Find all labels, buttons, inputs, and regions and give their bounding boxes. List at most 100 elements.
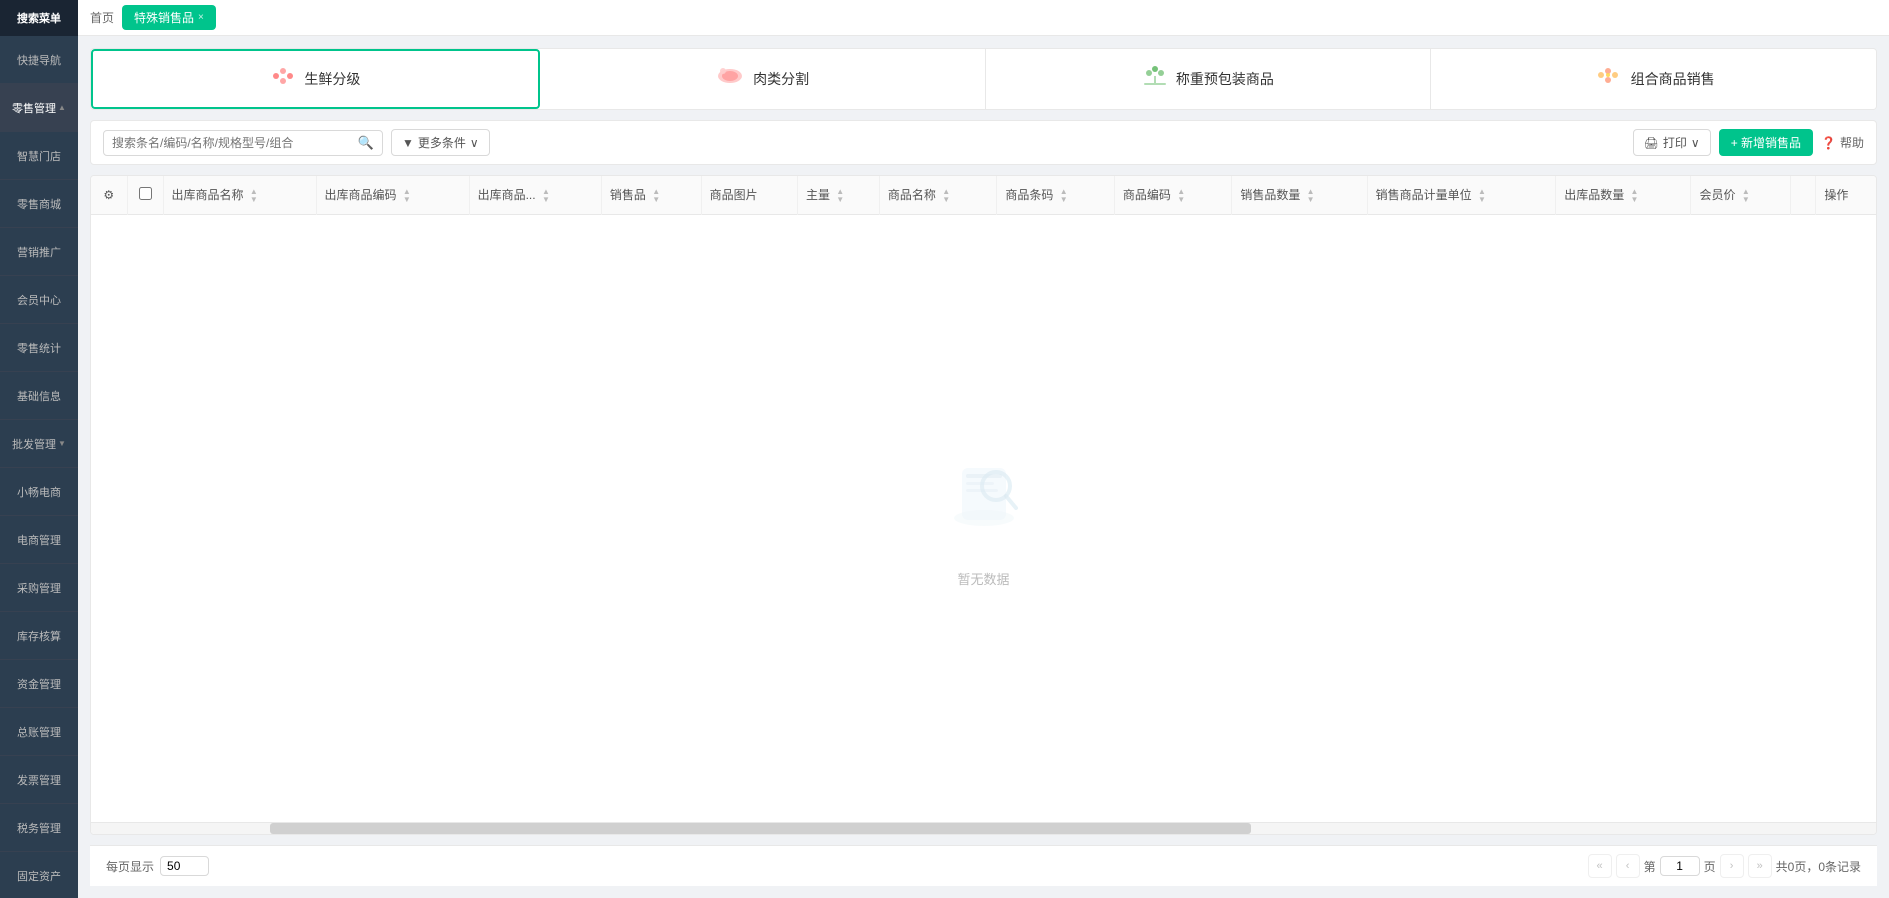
help-label: 帮助 <box>1840 134 1864 151</box>
col-out-product-more[interactable]: 出库商品... ▲▼ <box>469 176 601 214</box>
pagination-right: « ‹ 第 页 › » 共0页，0条记录 <box>1588 854 1861 878</box>
per-page-label: 每页显示 <box>106 858 154 875</box>
next-page-button[interactable]: › <box>1720 854 1744 878</box>
first-page-button[interactable]: « <box>1588 854 1612 878</box>
sidebar-item-label: 固定资产 <box>17 868 61 884</box>
home-link[interactable]: 首页 <box>90 9 114 26</box>
sidebar-item-fixed-assets[interactable]: 固定资产 <box>0 852 78 898</box>
search-input[interactable] <box>112 136 354 150</box>
col-member-price[interactable]: 会员价 ▲▼ <box>1691 176 1791 214</box>
col-product-name[interactable]: 商品名称 ▲▼ <box>879 176 996 214</box>
topbar: 首页 特殊销售品 × <box>78 0 1889 36</box>
new-product-label: + 新增销售品 <box>1731 134 1801 151</box>
select-all-checkbox[interactable] <box>139 187 152 200</box>
search-icon[interactable]: 🔍 <box>358 135 374 151</box>
sidebar-item-fund-mgmt[interactable]: 资金管理 <box>0 660 78 708</box>
combo-icon <box>1593 65 1623 93</box>
current-tab[interactable]: 特殊销售品 × <box>122 5 216 30</box>
page-number-input[interactable] <box>1660 856 1700 876</box>
page-total: 共0页，0条记录 <box>1776 858 1861 875</box>
sidebar-item-label: 库存核算 <box>17 628 61 644</box>
col-blank <box>1791 176 1816 214</box>
print-arrow-icon: ∨ <box>1691 136 1700 150</box>
sidebar-item-label: 零售商城 <box>17 196 61 212</box>
col-out-qty[interactable]: 出库品数量 ▲▼ <box>1556 176 1691 214</box>
search-box[interactable]: 🔍 <box>103 130 383 156</box>
scrollbar-thumb[interactable] <box>270 823 1252 834</box>
sidebar-item-retail-mall[interactable]: 零售商城 <box>0 180 78 228</box>
sort-arrows-icon: ▲▼ <box>403 188 411 204</box>
sidebar-item-label: 快捷导航 <box>17 52 61 68</box>
col-settings[interactable]: ⚙ <box>91 176 127 214</box>
sort-arrows-icon: ▲▼ <box>836 188 844 204</box>
col-product-barcode[interactable]: 商品条码 ▲▼ <box>997 176 1114 214</box>
col-sales-product[interactable]: 销售品 ▲▼ <box>601 176 701 214</box>
col-sales-qty[interactable]: 销售品数量 ▲▼ <box>1232 176 1367 214</box>
sort-arrows-icon: ▲▼ <box>1742 188 1750 204</box>
col-sales-unit[interactable]: 销售商品计量单位 ▲▼ <box>1367 176 1556 214</box>
last-page-button[interactable]: » <box>1748 854 1772 878</box>
sidebar-item-marketing[interactable]: 营销推广 <box>0 228 78 276</box>
sidebar-item-general-ledger[interactable]: 总账管理 <box>0 708 78 756</box>
sidebar-item-invoice-mgmt[interactable]: 发票管理 <box>0 756 78 804</box>
sidebar-item-label: 电商管理 <box>17 532 61 548</box>
col-product-code[interactable]: 商品编码 ▲▼ <box>1114 176 1231 214</box>
sidebar-item-basic-info[interactable]: 基础信息 <box>0 372 78 420</box>
sidebar-item-label: 发票管理 <box>17 772 61 788</box>
tab-label: 特殊销售品 <box>134 9 194 26</box>
tab-fresh[interactable]: 生鲜分级 <box>91 49 540 109</box>
toolbar: 🔍 ▼ 更多条件 ∨ 🖨 打印 ∨ + 新增销售品 ❓ <box>90 120 1877 165</box>
sidebar-logo[interactable]: 搜索菜单 <box>0 0 78 36</box>
col-main-measure[interactable]: 主量 ▲▼ <box>797 176 879 214</box>
tab-scale-label: 称重预包装商品 <box>1176 69 1274 89</box>
sidebar-item-inventory[interactable]: 库存核算 <box>0 612 78 660</box>
sort-arrows-icon: ▲▼ <box>250 188 258 204</box>
sidebar-item-quick-nav[interactable]: 快捷导航 <box>0 36 78 84</box>
tab-meat-label: 肉类分割 <box>753 69 809 89</box>
sidebar-item-purchase-mgmt[interactable]: 采购管理 <box>0 564 78 612</box>
page-unit: 页 <box>1704 858 1716 875</box>
sidebar-item-smart-store[interactable]: 智慧门店 <box>0 132 78 180</box>
sidebar-item-label: 总账管理 <box>17 724 61 740</box>
sidebar-item-label: 基础信息 <box>17 388 61 404</box>
table-container: ⚙ 出库商品名称 ▲▼ 出库商品编码 ▲▼ 出库 <box>90 175 1877 835</box>
tab-combo[interactable]: 组合商品销售 <box>1431 49 1876 109</box>
pagination-left: 每页显示 10 20 50 100 <box>106 856 209 876</box>
sidebar-item-member[interactable]: 会员中心 <box>0 276 78 324</box>
sidebar-item-label: 营销推广 <box>17 244 61 260</box>
page-size-select[interactable]: 10 20 50 100 <box>160 856 209 876</box>
tab-scale[interactable]: 称重预包装商品 <box>986 49 1432 109</box>
sort-arrows-icon: ▲▼ <box>542 188 550 204</box>
sidebar-item-label: 批发管理 <box>12 436 56 452</box>
main-content: 首页 特殊销售品 × 生鲜分级 <box>78 0 1889 898</box>
sidebar-item-tax-mgmt[interactable]: 税务管理 <box>0 804 78 852</box>
filter-label: 更多条件 <box>418 134 466 151</box>
col-product-image: 商品图片 <box>701 176 797 214</box>
sidebar-item-ecom-mgmt[interactable]: 电商管理 <box>0 516 78 564</box>
close-tab-icon[interactable]: × <box>198 12 204 23</box>
sidebar-item-label: 税务管理 <box>17 820 61 836</box>
sidebar-item-label: 智慧门店 <box>17 148 61 164</box>
new-product-button[interactable]: + 新增销售品 <box>1719 129 1813 156</box>
help-button[interactable]: ❓ 帮助 <box>1821 134 1864 151</box>
col-out-product-code[interactable]: 出库商品编码 ▲▼ <box>316 176 469 214</box>
prev-page-button[interactable]: ‹ <box>1616 854 1640 878</box>
filter-arrow-icon: ∨ <box>470 136 479 150</box>
meat-icon <box>715 65 745 93</box>
sidebar-item-mini-ecom[interactable]: 小畅电商 <box>0 468 78 516</box>
sidebar-item-wholesale-mgmt[interactable]: 批发管理 ▼ <box>0 420 78 468</box>
sidebar-item-retail-mgmt[interactable]: 零售管理 ▲ <box>0 84 78 132</box>
col-out-product-name[interactable]: 出库商品名称 ▲▼ <box>163 176 316 214</box>
col-checkbox[interactable] <box>127 176 163 214</box>
filter-button[interactable]: ▼ 更多条件 ∨ <box>391 129 490 156</box>
tab-meat[interactable]: 肉类分割 <box>540 49 986 109</box>
empty-text: 暂无数据 <box>957 569 1009 588</box>
horizontal-scrollbar[interactable] <box>91 822 1876 834</box>
empty-state: 暂无数据 <box>91 215 1876 822</box>
tab-fresh-label: 生鲜分级 <box>304 69 360 89</box>
sidebar-item-retail-stats[interactable]: 零售统计 <box>0 324 78 372</box>
sort-arrows-icon: ▲▼ <box>1478 188 1486 204</box>
data-table: ⚙ 出库商品名称 ▲▼ 出库商品编码 ▲▼ 出库 <box>91 176 1876 215</box>
content-area: 生鲜分级 肉类分割 <box>78 36 1889 898</box>
print-button[interactable]: 🖨 打印 ∨ <box>1633 129 1711 156</box>
